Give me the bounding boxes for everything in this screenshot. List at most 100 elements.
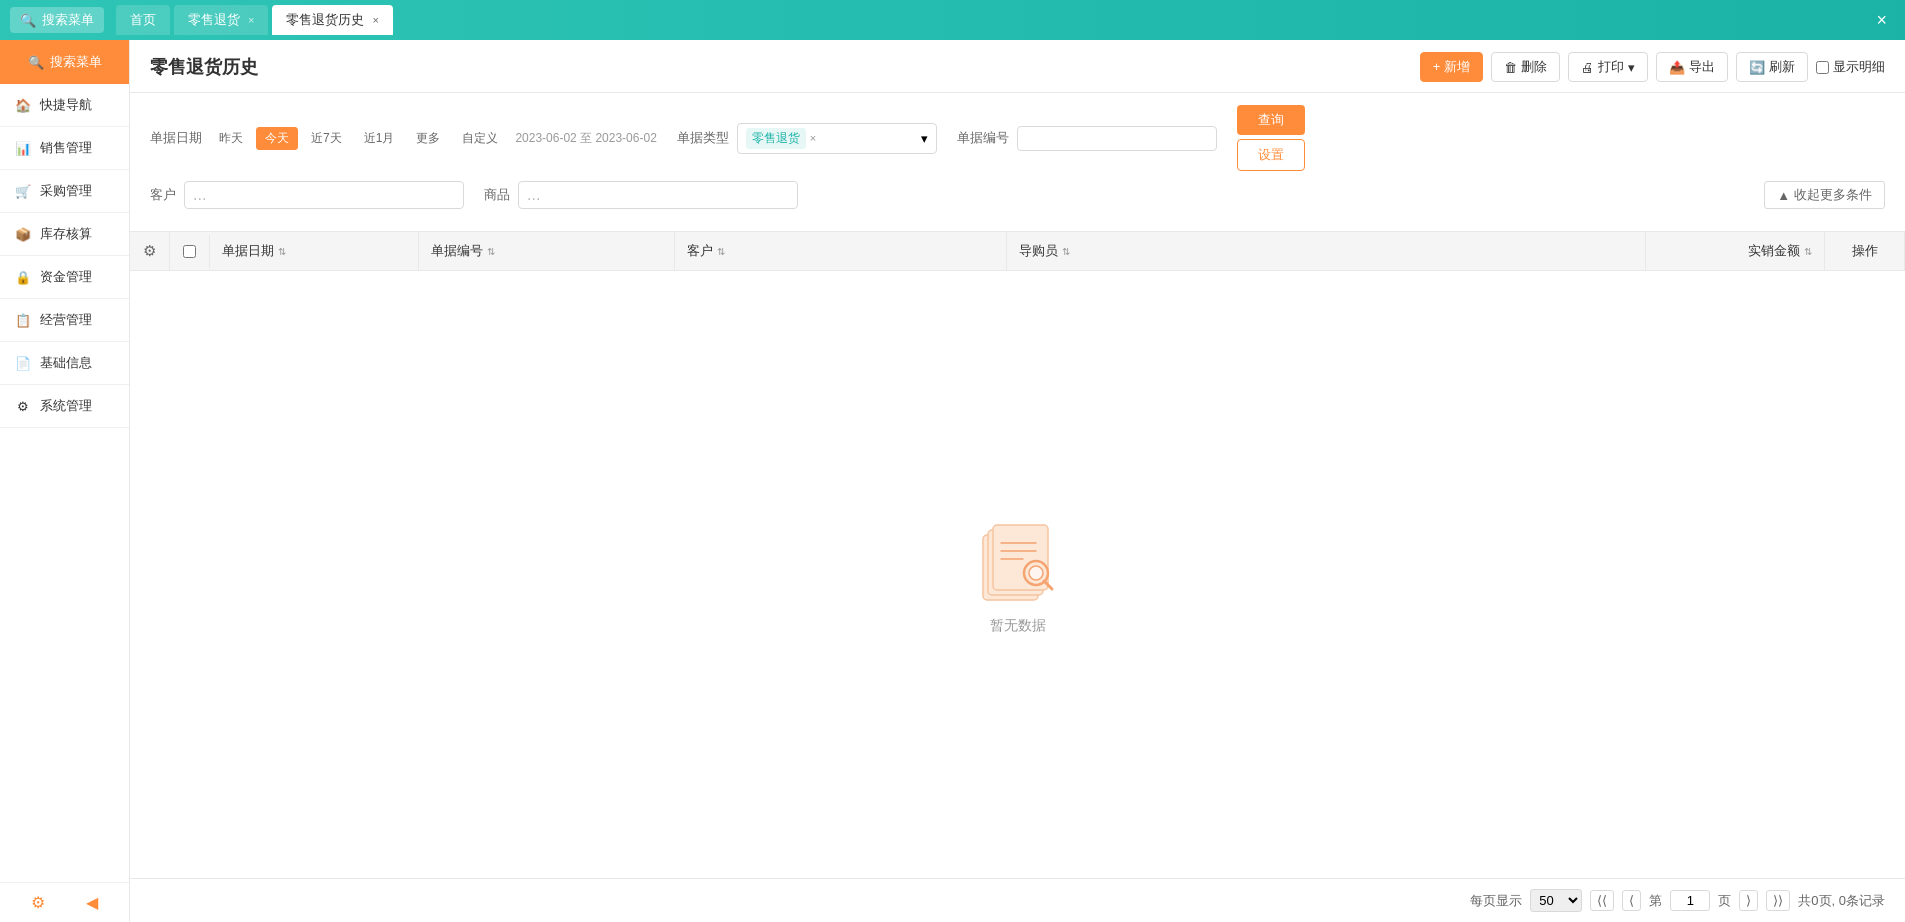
goods-filter-group: 商品 ... xyxy=(484,181,798,209)
system-icon: ⚙ xyxy=(14,397,32,415)
page-first-btn[interactable]: ⟨⟨ xyxy=(1590,890,1614,911)
window-close-btn[interactable]: × xyxy=(1868,10,1895,31)
th-no[interactable]: 单据编号 ⇅ xyxy=(419,232,674,270)
th-amount[interactable]: 实销金额 ⇅ xyxy=(1646,232,1825,270)
sidebar-item-purchase-mgmt[interactable]: 🛒 采购管理 xyxy=(0,170,129,213)
show-detail-toggle[interactable]: 显示明细 xyxy=(1816,58,1885,76)
sidebar-item-finance[interactable]: 🔒 资金管理 xyxy=(0,256,129,299)
customer-select[interactable]: ... xyxy=(184,181,464,209)
print-button[interactable]: 🖨 打印 ▾ xyxy=(1568,52,1648,82)
page-total-text: 共0页, 0条记录 xyxy=(1798,892,1885,910)
sidebar-item-system-label: 系统管理 xyxy=(40,397,92,415)
page-title: 零售退货历史 xyxy=(150,55,258,79)
doc-type-tag-close[interactable]: × xyxy=(810,132,816,144)
customer-filter-group: 客户 ... xyxy=(150,181,464,209)
show-detail-checkbox[interactable] xyxy=(1816,61,1829,74)
sidebar-item-finance-label: 资金管理 xyxy=(40,268,92,286)
sidebar-search-btn[interactable]: 🔍 搜索菜单 xyxy=(0,40,129,84)
page-size-select[interactable]: 50 10 20 100 xyxy=(1530,889,1582,912)
doc-no-filter-group: 单据编号 xyxy=(957,126,1217,151)
date-btn-7days[interactable]: 近7天 xyxy=(302,127,351,150)
doc-type-select[interactable]: 零售退货 × ▾ xyxy=(737,123,937,154)
sidebar-item-sales-mgmt[interactable]: 📊 销售管理 xyxy=(0,127,129,170)
sort-customer-icon: ⇅ xyxy=(717,246,725,257)
sidebar-item-quick-nav-label: 快捷导航 xyxy=(40,96,92,114)
th-customer[interactable]: 客户 ⇅ xyxy=(675,232,1007,270)
goods-select[interactable]: ... xyxy=(518,181,798,209)
sidebar-item-operations-label: 经营管理 xyxy=(40,311,92,329)
home-icon: 🏠 xyxy=(14,96,32,114)
date-btn-yesterday[interactable]: 昨天 xyxy=(210,127,252,150)
set-button[interactable]: 设置 xyxy=(1237,139,1305,171)
sidebar-search-label: 搜索菜单 xyxy=(50,53,102,71)
base-info-icon: 📄 xyxy=(14,354,32,372)
export-button[interactable]: 📤 导出 xyxy=(1656,52,1728,82)
sidebar-item-quick-nav[interactable]: 🏠 快捷导航 xyxy=(0,84,129,127)
date-btn-more[interactable]: 更多 xyxy=(407,127,449,150)
select-all-checkbox[interactable] xyxy=(183,245,196,258)
doc-no-input[interactable] xyxy=(1017,126,1217,151)
delete-button[interactable]: 🗑 删除 xyxy=(1491,52,1560,82)
doc-type-dropdown-icon: ▾ xyxy=(921,131,928,146)
filter-row-2: 客户 ... 商品 ... ▲ 收起更多条件 xyxy=(150,181,1885,209)
date-filter-group: 单据日期 昨天 今天 近7天 近1月 更多 自定义 2023-06-02 至 2… xyxy=(150,127,657,150)
sidebar-search-icon: 🔍 xyxy=(28,55,44,70)
sales-icon: 📊 xyxy=(14,139,32,157)
sidebar: 🔍 搜索菜单 🏠 快捷导航 📊 销售管理 🛒 采购管理 📦 库存核算 🔒 资金管… xyxy=(0,40,130,922)
sidebar-item-base-info[interactable]: 📄 基础信息 xyxy=(0,342,129,385)
doc-no-label: 单据编号 xyxy=(957,129,1009,147)
table-settings-icon[interactable]: ⚙ xyxy=(143,242,156,260)
sidebar-item-operations[interactable]: 📋 经营管理 xyxy=(0,299,129,342)
page-next-btn[interactable]: ⟩ xyxy=(1739,890,1758,911)
date-btn-1month[interactable]: 近1月 xyxy=(355,127,404,150)
sidebar-bottom: ⚙ ◀ xyxy=(0,882,129,922)
goods-label: 商品 xyxy=(484,186,510,204)
empty-state: 暂无数据 xyxy=(130,271,1905,878)
pagination: 每页显示 50 10 20 100 ⟨⟨ ⟨ 第 页 ⟩ ⟩⟩ 共0页, 0条记… xyxy=(130,878,1905,922)
page-title-row: 零售退货历史 + 新增 🗑 删除 🖨 打印 ▾ 📤 导出 xyxy=(150,52,1885,82)
query-button[interactable]: 查询 xyxy=(1237,105,1305,135)
th-guide[interactable]: 导购员 ⇅ xyxy=(1007,232,1646,270)
toolbar: + 新增 🗑 删除 🖨 打印 ▾ 📤 导出 🔄 xyxy=(1420,52,1885,82)
new-button[interactable]: + 新增 xyxy=(1420,52,1483,82)
settings-bottom-icon[interactable]: ⚙ xyxy=(31,893,45,912)
tab-home-label: 首页 xyxy=(130,11,156,29)
sidebar-item-system[interactable]: ⚙ 系统管理 xyxy=(0,385,129,428)
collapse-filter-btn[interactable]: ▲ 收起更多条件 xyxy=(1764,181,1885,209)
tab-retail-return-close[interactable]: × xyxy=(248,14,254,26)
doc-type-filter-group: 单据类型 零售退货 × ▾ xyxy=(677,123,937,154)
page-size-label: 每页显示 xyxy=(1470,892,1522,910)
sort-date-icon: ⇅ xyxy=(278,246,286,257)
top-bar: 🔍 搜索菜单 首页 零售退货 × 零售退货历史 × × xyxy=(0,0,1905,40)
date-btn-custom[interactable]: 自定义 xyxy=(453,127,507,150)
page-header: 零售退货历史 + 新增 🗑 删除 🖨 打印 ▾ 📤 导出 xyxy=(130,40,1905,93)
tab-retail-return-history-label: 零售退货历史 xyxy=(286,11,364,29)
page-input[interactable] xyxy=(1670,890,1710,911)
tab-retail-return-history[interactable]: 零售退货历史 × xyxy=(272,5,392,35)
sidebar-item-inventory[interactable]: 📦 库存核算 xyxy=(0,213,129,256)
page-last-btn[interactable]: ⟩⟩ xyxy=(1766,890,1790,911)
search-menu-btn[interactable]: 🔍 搜索菜单 xyxy=(10,7,104,33)
customer-dots: ... xyxy=(193,186,206,204)
goods-dots: ... xyxy=(527,186,540,204)
page-prev-btn[interactable]: ⟨ xyxy=(1622,890,1641,911)
collapse-sidebar-icon[interactable]: ◀ xyxy=(86,893,98,912)
date-btn-today[interactable]: 今天 xyxy=(256,127,298,150)
empty-illustration xyxy=(968,515,1068,605)
tab-retail-return[interactable]: 零售退货 × xyxy=(174,5,268,35)
th-settings: ⚙ xyxy=(130,232,170,270)
table-area: ⚙ 单据日期 ⇅ 单据编号 ⇅ 客户 ⇅ 导购员 xyxy=(130,232,1905,878)
customer-label: 客户 xyxy=(150,186,176,204)
print-icon: 🖨 xyxy=(1581,60,1594,75)
page-unit-label: 页 xyxy=(1718,892,1731,910)
refresh-button[interactable]: 🔄 刷新 xyxy=(1736,52,1808,82)
tab-retail-return-history-close[interactable]: × xyxy=(372,14,378,26)
tab-home[interactable]: 首页 xyxy=(116,5,170,35)
th-date[interactable]: 单据日期 ⇅ xyxy=(210,232,419,270)
sidebar-item-inventory-label: 库存核算 xyxy=(40,225,92,243)
main-content: 零售退货历史 + 新增 🗑 删除 🖨 打印 ▾ 📤 导出 xyxy=(130,40,1905,922)
collapse-icon: ▲ xyxy=(1777,188,1790,203)
sort-no-icon: ⇅ xyxy=(487,246,495,257)
page-current-label: 第 xyxy=(1649,892,1662,910)
filter-row-1: 单据日期 昨天 今天 近7天 近1月 更多 自定义 2023-06-02 至 2… xyxy=(150,105,1885,171)
